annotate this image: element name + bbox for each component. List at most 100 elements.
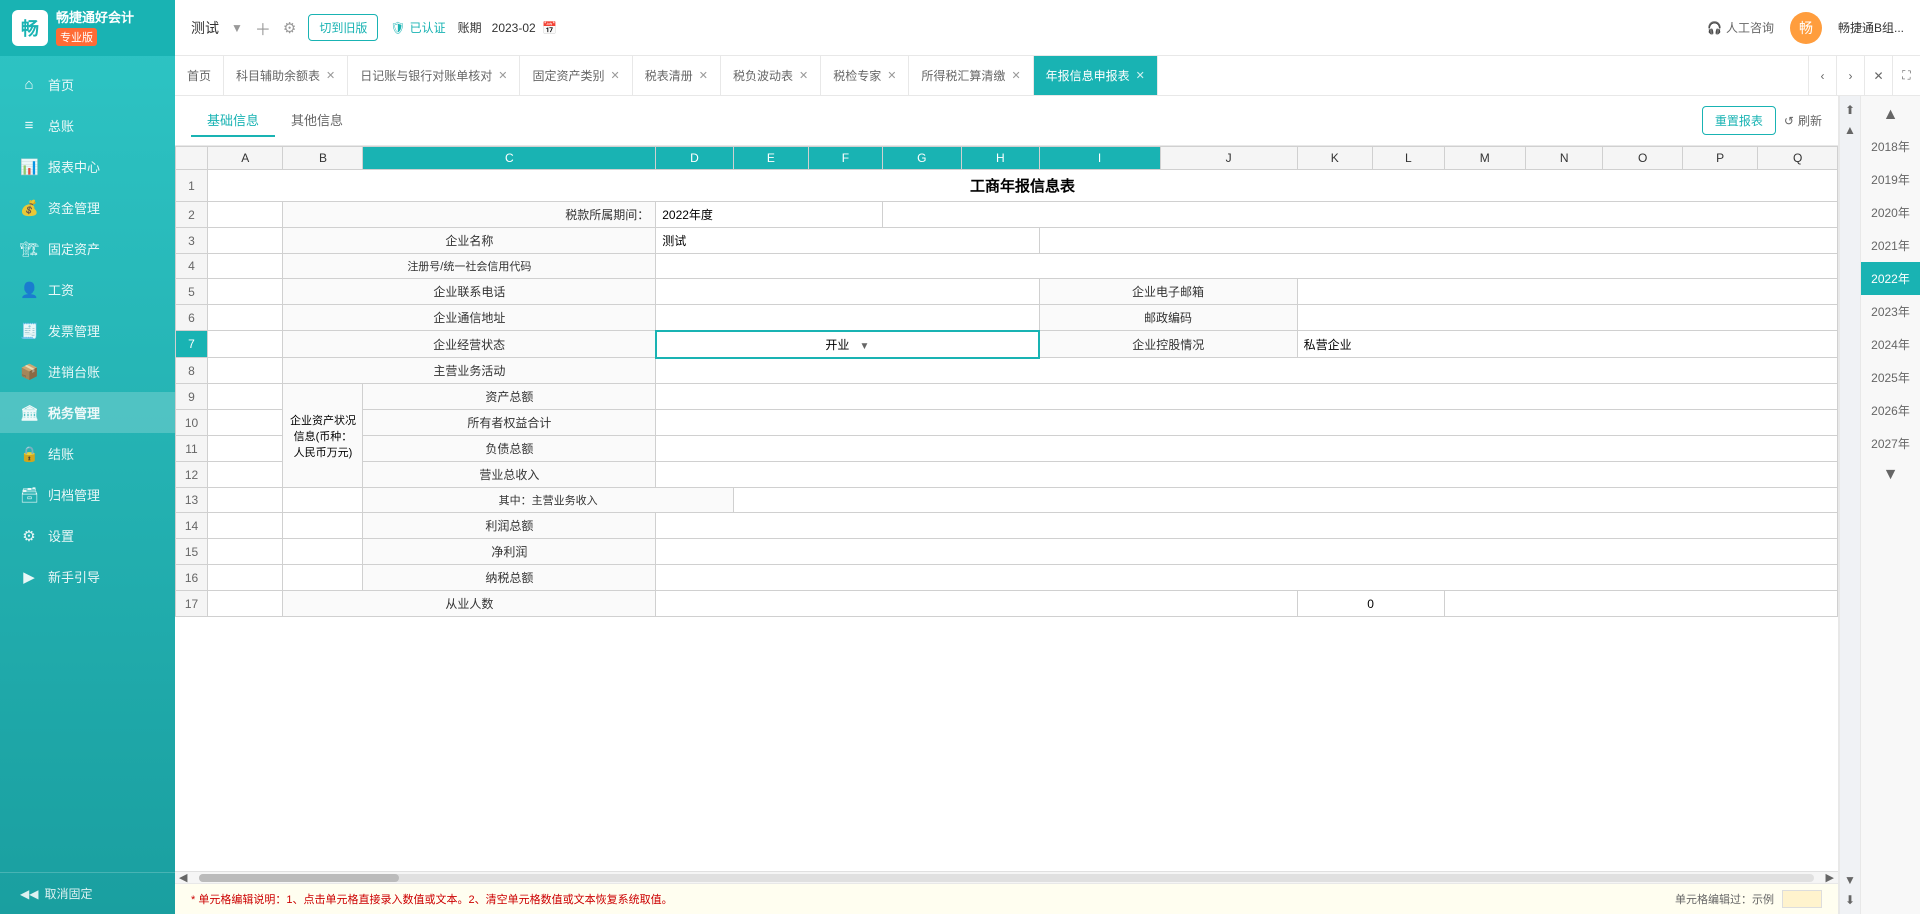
cell-2d[interactable]: 2022年度 <box>656 202 882 228</box>
sidebar-item-archive[interactable]: 🗃 归档管理 <box>0 474 175 515</box>
sidebar-item-ledger[interactable]: ≡ 总账 <box>0 105 175 146</box>
sidebar-item-tax[interactable]: 🏛 税务管理 <box>0 392 175 433</box>
sidebar-item-payroll[interactable]: 👤 工资 <box>0 269 175 310</box>
customer-service-btn[interactable]: 🎧 人工咨询 <box>1707 19 1774 36</box>
cell-2g[interactable] <box>882 202 1837 228</box>
cell-14a[interactable] <box>208 513 283 539</box>
col-header-i[interactable]: I <box>1039 147 1160 170</box>
sheet-tab-other[interactable]: 其他信息 <box>275 104 359 137</box>
sidebar-item-funds[interactable]: 💰 资金管理 <box>0 187 175 228</box>
cell-15b[interactable] <box>283 539 363 565</box>
cell-title[interactable]: 工商年报信息表 <box>208 170 1838 202</box>
sidebar-item-assets[interactable]: 🏗 固定资产 <box>0 228 175 269</box>
tab-taxcheck[interactable]: 税检专家 ✕ <box>821 56 909 95</box>
col-header-b[interactable]: B <box>283 147 363 170</box>
year-item-2026[interactable]: 2026年 <box>1861 394 1920 427</box>
year-item-2024[interactable]: 2024年 <box>1861 328 1920 361</box>
tab-next-btn[interactable]: › <box>1836 56 1864 96</box>
cell-10d[interactable] <box>656 410 1838 436</box>
col-header-n[interactable]: N <box>1525 147 1602 170</box>
col-header-g[interactable]: G <box>882 147 961 170</box>
tab-expand-btn[interactable]: ⛶ <box>1892 56 1920 96</box>
year-item-2027[interactable]: 2027年 <box>1861 427 1920 460</box>
cell-17a[interactable] <box>208 591 283 617</box>
year-item-2025[interactable]: 2025年 <box>1861 361 1920 394</box>
switch-old-version-button[interactable]: 切到旧版 <box>308 14 378 41</box>
col-header-o[interactable]: O <box>1603 147 1682 170</box>
cell-9a[interactable] <box>208 384 283 410</box>
tab-prev-btn[interactable]: ‹ <box>1808 56 1836 96</box>
col-header-p[interactable]: P <box>1682 147 1757 170</box>
sidebar-item-reports[interactable]: 📊 报表中心 <box>0 146 175 187</box>
cell-3a[interactable] <box>208 228 283 254</box>
sidebar-item-invoice[interactable]: 🧾 发票管理 <box>0 310 175 351</box>
refresh-button[interactable]: ↺ 刷新 <box>1784 112 1822 129</box>
col-header-l[interactable]: L <box>1373 147 1444 170</box>
tab-journal[interactable]: 日记账与银行对账单核对 ✕ <box>348 56 520 95</box>
tab-taxwave[interactable]: 税负波动表 ✕ <box>721 56 821 95</box>
reset-report-button[interactable]: 重置报表 <box>1702 106 1776 135</box>
tab-journal-close-icon[interactable]: ✕ <box>498 69 507 82</box>
cell-12d[interactable] <box>656 462 1838 488</box>
col-header-d[interactable]: D <box>656 147 733 170</box>
tab-incometax-close-icon[interactable]: ✕ <box>1011 69 1020 82</box>
year-down-btn[interactable]: ▼ <box>1861 460 1920 490</box>
sidebar-item-home[interactable]: ⌂ 首页 <box>0 64 175 105</box>
tab-taxwave-close-icon[interactable]: ✕ <box>799 69 808 82</box>
col-header-m[interactable]: M <box>1444 147 1525 170</box>
year-up-btn[interactable]: ▲ <box>1861 100 1920 130</box>
cell-9d[interactable] <box>656 384 1838 410</box>
cell-16a[interactable] <box>208 565 283 591</box>
settings-gear-icon[interactable]: ⚙ <box>283 19 296 37</box>
cell-8c[interactable] <box>656 358 1838 384</box>
sheet-scroll-down-bottom[interactable]: ⬇ <box>1840 890 1860 910</box>
sidebar-unpin-btn[interactable]: ◀◀ 取消固定 <box>0 872 175 914</box>
cell-11d[interactable] <box>656 436 1838 462</box>
cell-5a[interactable] <box>208 279 283 305</box>
cell-13a[interactable] <box>208 488 283 513</box>
tab-yearreport-close-icon[interactable]: ✕ <box>1136 69 1145 82</box>
company-dropdown-icon[interactable]: ▼ <box>231 21 243 35</box>
tab-home[interactable]: 首页 <box>175 56 224 95</box>
cell-11a[interactable] <box>208 436 283 462</box>
cell-17j[interactable]: 0 <box>1297 591 1444 617</box>
cell-3d[interactable]: 测试 <box>656 228 1039 254</box>
scroll-track[interactable] <box>199 874 1813 882</box>
col-header-c[interactable]: C <box>363 147 656 170</box>
tab-close-all-btn[interactable]: ✕ <box>1864 56 1892 96</box>
cell-16b[interactable] <box>283 565 363 591</box>
tab-aux-close-icon[interactable]: ✕ <box>326 69 335 82</box>
cell-5k[interactable] <box>1297 279 1837 305</box>
add-company-icon[interactable]: ＋ <box>255 16 271 40</box>
cell-6k[interactable] <box>1297 305 1837 331</box>
year-item-2021[interactable]: 2021年 <box>1861 229 1920 262</box>
year-item-2022[interactable]: 2022年 <box>1861 262 1920 295</box>
cell-7c-dropdown[interactable]: 开业 ▼ <box>656 331 1039 358</box>
dropdown-arrow-icon[interactable]: ▼ <box>859 341 869 352</box>
cell-2a[interactable] <box>208 202 283 228</box>
cell-8a[interactable] <box>208 358 283 384</box>
cell-15a[interactable] <box>208 539 283 565</box>
year-item-2023[interactable]: 2023年 <box>1861 295 1920 328</box>
cell-4a[interactable] <box>208 254 283 279</box>
sidebar-item-settings[interactable]: ⚙ 设置 <box>0 515 175 556</box>
tab-fixed[interactable]: 固定资产类别 ✕ <box>520 56 632 95</box>
col-header-h[interactable]: H <box>962 147 1039 170</box>
cell-10a[interactable] <box>208 410 283 436</box>
col-header-a[interactable]: A <box>208 147 283 170</box>
sheet-scroll-down[interactable]: ▼ <box>1840 870 1860 890</box>
col-header-k[interactable]: K <box>1297 147 1372 170</box>
col-header-f[interactable]: F <box>809 147 882 170</box>
scroll-thumb[interactable] <box>199 874 399 882</box>
sidebar-item-guide[interactable]: ▶ 新手引导 <box>0 556 175 597</box>
sidebar-item-purchase[interactable]: 📦 进销台账 <box>0 351 175 392</box>
cell-14d[interactable] <box>656 513 1838 539</box>
cell-7a[interactable] <box>208 331 283 358</box>
sheet-scroll-up[interactable]: ▲ <box>1840 120 1860 140</box>
tab-taxform[interactable]: 税表清册 ✕ <box>633 56 721 95</box>
col-header-j[interactable]: J <box>1160 147 1297 170</box>
col-header-q[interactable]: Q <box>1758 147 1838 170</box>
cell-15d[interactable] <box>656 539 1838 565</box>
cell-13e[interactable] <box>733 488 1837 513</box>
tab-incometax[interactable]: 所得税汇算清缴 ✕ <box>909 56 1033 95</box>
